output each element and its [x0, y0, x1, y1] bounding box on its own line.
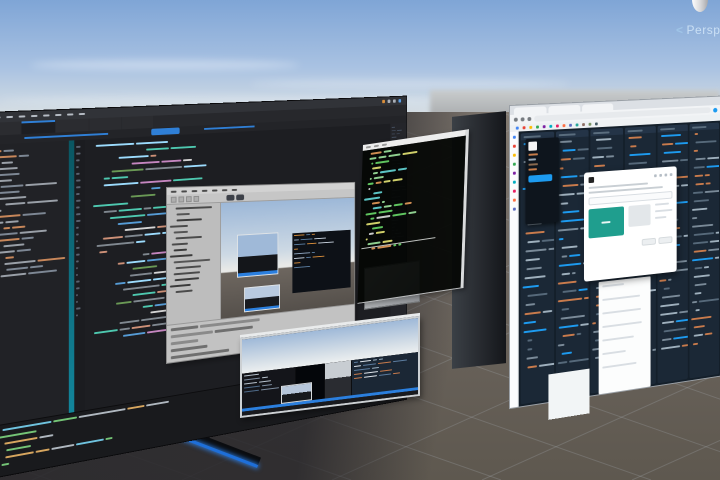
rotate-tool-button[interactable]	[178, 196, 184, 202]
page-white-card[interactable]	[548, 369, 589, 420]
nested-monitor-small	[244, 284, 280, 313]
color-swatch-selected[interactable]	[589, 206, 624, 238]
page-detail-panel[interactable]	[599, 276, 651, 394]
progress-bar	[24, 133, 108, 139]
run-button[interactable]	[151, 127, 179, 135]
feed-column[interactable]	[689, 123, 719, 379]
terminal-output[interactable]	[358, 136, 466, 303]
scale-tool-button[interactable]	[186, 196, 192, 202]
hovercard-avatar[interactable]	[528, 141, 537, 150]
browser-window[interactable]	[510, 97, 720, 408]
browser-sidebar[interactable]	[510, 132, 519, 408]
settings-modal[interactable]	[584, 166, 677, 282]
browser-page[interactable]	[510, 121, 720, 408]
play-button[interactable]	[226, 194, 234, 200]
move-tool-button[interactable]	[171, 196, 177, 202]
rect-tool-button[interactable]	[194, 195, 200, 201]
editor-menubar[interactable]	[0, 113, 85, 119]
editor-line-numbers	[74, 140, 85, 412]
profile-hovercard[interactable]	[526, 137, 559, 224]
browser-nav-buttons[interactable]	[514, 117, 531, 122]
projection-mode-label[interactable]: <Persp	[676, 23, 720, 37]
terminal-window[interactable]	[357, 129, 469, 304]
scene-viewport[interactable]: <Persp	[0, 0, 720, 480]
progress-bar	[204, 126, 254, 130]
editor-window-buttons[interactable]	[382, 99, 401, 103]
unity-hierarchy-panel[interactable]	[167, 203, 221, 325]
monitor-nested-screen	[325, 360, 351, 398]
modal-button[interactable]	[658, 236, 672, 244]
cloud	[30, 60, 300, 70]
pause-button[interactable]	[236, 194, 244, 200]
cloud	[250, 80, 570, 88]
nested-dark-screen	[292, 230, 351, 293]
modal-icon	[589, 177, 595, 183]
chevron-left-icon: <	[676, 23, 684, 37]
editor-sidebar[interactable]	[0, 141, 69, 427]
follow-button[interactable]	[528, 174, 552, 183]
nested-monitor	[237, 232, 279, 278]
modal-button[interactable]	[642, 238, 656, 246]
profile-avatar[interactable]	[713, 107, 717, 112]
color-swatch[interactable]	[628, 204, 650, 227]
modal-header-icons[interactable]	[654, 173, 672, 177]
unity-scene-view[interactable]	[221, 198, 354, 319]
